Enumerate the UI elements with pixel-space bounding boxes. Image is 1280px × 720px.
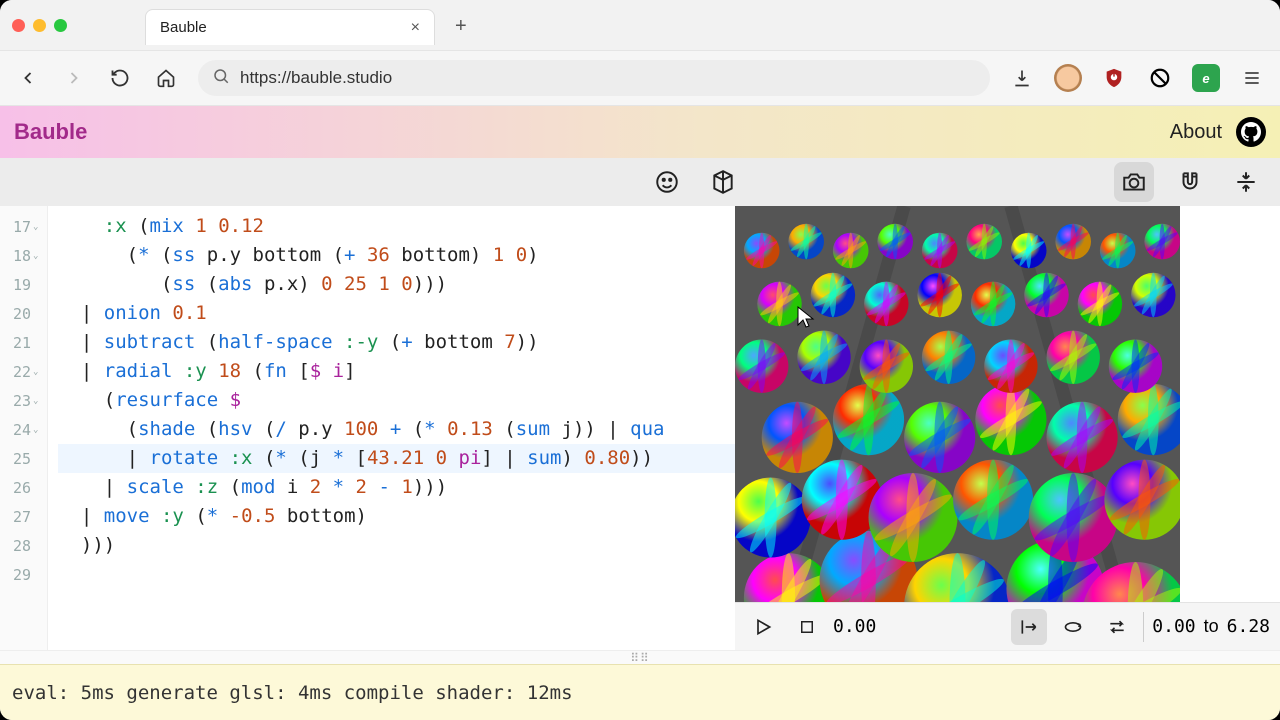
line-number: 29 [0,560,47,589]
render-viewport[interactable] [735,206,1180,602]
reload-button[interactable] [106,64,134,92]
line-number: 22⌄ [0,357,47,386]
new-tab-button[interactable]: + [455,15,467,38]
url-bar[interactable]: https://bauble.studio [198,60,990,96]
tab-close-icon[interactable]: × [411,19,420,37]
browser-tab[interactable]: Bauble × [145,9,435,45]
range-end[interactable]: 6.28 [1227,616,1270,637]
line-number: 20 [0,299,47,328]
downloads-button[interactable] [1008,64,1036,92]
range-sep: to [1204,616,1219,637]
back-button[interactable] [14,64,42,92]
play-button[interactable] [745,609,781,645]
window-titlebar: Bauble × + [0,0,1280,50]
app-header: Bauble About [0,106,1280,158]
line-number: 18⌄ [0,241,47,270]
code-line[interactable]: | move :y (* -0.5 bottom) [58,502,735,531]
cube-button[interactable] [703,162,743,202]
app-toolbar [0,158,1280,206]
code-line[interactable]: :x (mix 1 0.12 [58,212,735,241]
camera-button[interactable] [1114,162,1154,202]
home-button[interactable] [152,64,180,92]
compress-button[interactable] [1226,162,1266,202]
browser-menu-button[interactable] [1238,64,1266,92]
url-text: https://bauble.studio [240,68,392,88]
line-number: 23⌄ [0,386,47,415]
line-number: 25 [0,444,47,473]
code-line[interactable]: (* (ss p.y bottom (+ 36 bottom) 1 0) [58,241,735,270]
status-text: eval: 5ms generate glsl: 4ms compile sha… [12,682,573,704]
tab-title: Bauble [160,19,207,36]
line-number: 27 [0,502,47,531]
code-line[interactable]: | radial :y 18 (fn [$ i] [58,357,735,386]
editor-code[interactable]: :x (mix 1 0.12 (* (ss p.y bottom (+ 36 b… [48,206,735,650]
smiley-button[interactable] [647,162,687,202]
magnet-button[interactable] [1170,162,1210,202]
preview-panel: 0.00 0.00 to 6.28 [735,206,1280,650]
code-editor[interactable]: 17⌄18⌄19202122⌄23⌄24⌄2526272829 :x (mix … [0,206,735,650]
extension-noscript-icon[interactable] [1146,64,1174,92]
pingpong-button[interactable] [1099,609,1135,645]
code-line[interactable]: | scale :z (mod i 2 * 2 - 1))) [58,473,735,502]
code-line[interactable] [58,560,735,589]
code-line[interactable]: ))) [58,531,735,560]
extension-privacy-icon[interactable]: e [1192,64,1220,92]
main-area: 17⌄18⌄19202122⌄23⌄24⌄2526272829 :x (mix … [0,206,1280,650]
line-number: 17⌄ [0,212,47,241]
extension-tampermonkey-icon[interactable] [1054,64,1082,92]
range-start[interactable]: 0.00 [1152,616,1195,637]
forward-button[interactable] [60,64,88,92]
about-link[interactable]: About [1170,121,1222,144]
time-display: 0.00 [833,616,893,637]
line-number: 19 [0,270,47,299]
line-number: 26 [0,473,47,502]
code-line[interactable]: (shade (hsv (/ p.y 100 + (* 0.13 (sum j)… [58,415,735,444]
window-close[interactable] [12,19,25,32]
horizontal-splitter[interactable]: ⠿⠿ [0,650,1280,664]
extension-ublock-icon[interactable] [1100,64,1128,92]
code-line[interactable]: | rotate :x (* (j * [43.21 0 pi] | sum) … [58,444,735,473]
window-zoom[interactable] [54,19,67,32]
github-link[interactable] [1236,117,1266,147]
code-line[interactable]: | onion 0.1 [58,299,735,328]
line-number: 28 [0,531,47,560]
stop-button[interactable] [789,609,825,645]
status-bar: eval: 5ms generate glsl: 4ms compile sha… [0,664,1280,720]
window-minimize[interactable] [33,19,46,32]
search-icon [212,67,230,90]
code-line[interactable]: (ss (abs p.x) 0 25 1 0))) [58,270,735,299]
app-brand[interactable]: Bauble [14,119,87,145]
editor-gutter: 17⌄18⌄19202122⌄23⌄24⌄2526272829 [0,206,48,650]
loop-button[interactable] [1055,609,1091,645]
line-number: 24⌄ [0,415,47,444]
code-line[interactable]: (resurface $ [58,386,735,415]
browser-toolbar: https://bauble.studio e [0,50,1280,106]
line-number: 21 [0,328,47,357]
playbar: 0.00 0.00 to 6.28 [735,602,1280,650]
code-line[interactable]: | subtract (half-space :-y (+ bottom 7)) [58,328,735,357]
loop-once-button[interactable] [1011,609,1047,645]
